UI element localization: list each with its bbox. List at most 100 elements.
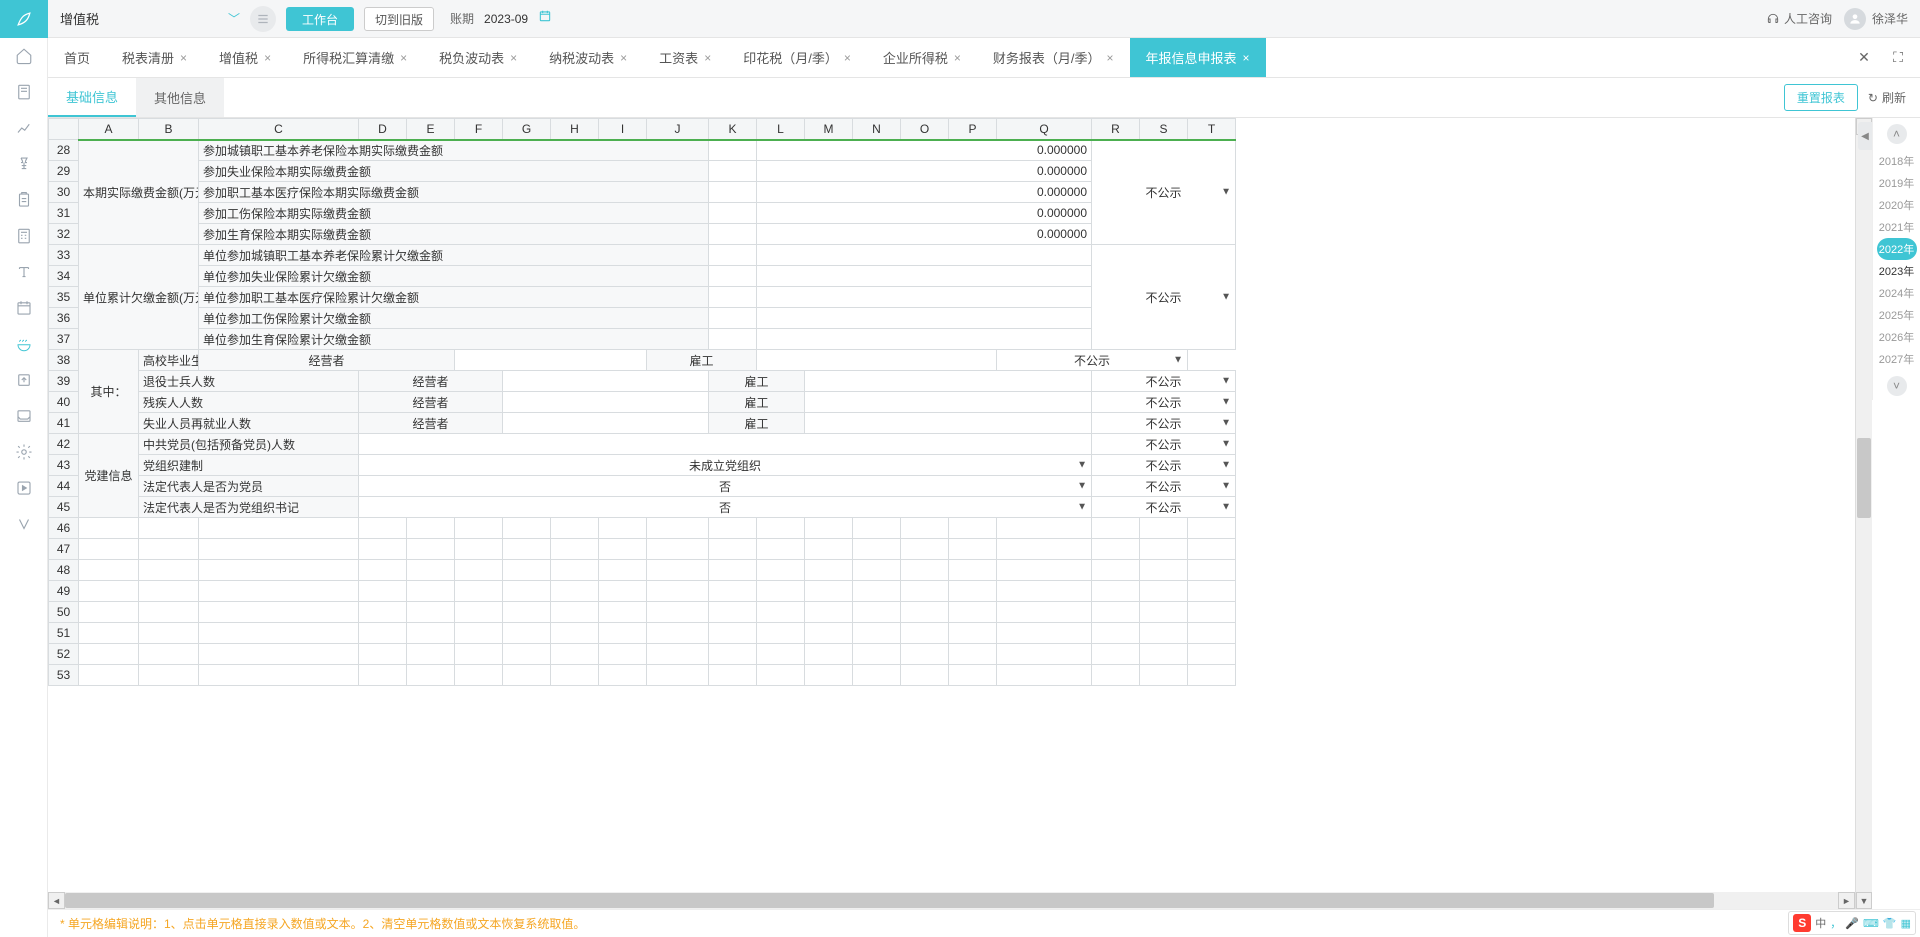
cell[interactable] [1140,644,1188,665]
cell[interactable]: 单位累计欠缴金额(万元) [79,245,199,350]
cell[interactable] [79,581,139,602]
cell[interactable] [359,665,407,686]
cell[interactable] [757,623,805,644]
cell[interactable]: 党建信息 [79,434,139,518]
cell[interactable]: 经营者 [199,350,455,371]
cell[interactable] [79,602,139,623]
cell[interactable]: 其中： [79,350,139,434]
year-nav-down-icon[interactable]: ˅ [1887,376,1907,396]
column-header[interactable]: S [1140,119,1188,140]
cell[interactable] [757,665,805,686]
cell[interactable] [599,602,647,623]
ime-mic-icon[interactable]: 🎤 [1845,917,1859,930]
cell[interactable] [199,581,359,602]
vscroll-thumb[interactable] [1857,438,1871,518]
cell[interactable] [949,623,997,644]
cell[interactable] [407,665,455,686]
cell[interactable] [551,665,599,686]
cell[interactable]: 经营者 [359,371,503,392]
cell[interactable] [503,623,551,644]
cell[interactable] [647,602,709,623]
cell[interactable] [757,539,805,560]
cell[interactable] [1092,623,1140,644]
cell[interactable] [647,518,709,539]
row-header[interactable]: 34 [49,266,79,287]
tab-item[interactable]: 纳税波动表× [533,38,643,77]
column-header[interactable]: M [805,119,853,140]
cell[interactable] [551,623,599,644]
cell[interactable] [647,644,709,665]
column-header[interactable]: D [359,119,407,140]
cell[interactable] [359,602,407,623]
cell[interactable] [139,623,199,644]
row-header[interactable]: 31 [49,203,79,224]
row-header[interactable]: 50 [49,602,79,623]
cell[interactable] [455,602,503,623]
cell[interactable]: 法定代表人是否为党员 [139,476,359,497]
year-pill[interactable]: 2018年 [1877,150,1917,172]
cell[interactable] [551,644,599,665]
cell[interactable] [709,602,757,623]
column-header[interactable]: E [407,119,455,140]
cell[interactable] [1140,560,1188,581]
tab-close-icon[interactable]: × [1243,51,1250,65]
cell[interactable] [901,560,949,581]
cell[interactable] [79,623,139,644]
cell[interactable]: 雇工 [709,371,805,392]
tab-close-icon[interactable]: × [954,51,961,65]
cell[interactable] [407,539,455,560]
cell[interactable]: 经营者 [359,413,503,434]
cell[interactable]: 党组织建制 [139,455,359,476]
cell[interactable] [139,644,199,665]
cell[interactable] [901,665,949,686]
cell[interactable] [805,518,853,539]
cell[interactable] [853,602,901,623]
cell[interactable]: 高校毕业生人数 [139,350,199,371]
cell[interactable] [853,560,901,581]
cell[interactable] [997,539,1092,560]
cell[interactable] [359,518,407,539]
cell[interactable]: 不公示▼ [1092,434,1236,455]
cell[interactable] [503,560,551,581]
cell[interactable] [805,392,1092,413]
cell[interactable] [709,161,757,182]
switch-old-button[interactable]: 切到旧版 [364,7,434,31]
cell[interactable] [359,539,407,560]
cell[interactable] [599,623,647,644]
cell[interactable] [805,560,853,581]
row-header[interactable]: 33 [49,245,79,266]
cell[interactable] [757,245,1092,266]
cell[interactable] [455,623,503,644]
cell[interactable] [79,560,139,581]
cell[interactable] [757,602,805,623]
cell[interactable] [757,350,997,371]
cell[interactable] [1140,602,1188,623]
cell[interactable] [805,623,853,644]
column-header[interactable]: H [551,119,599,140]
row-header[interactable]: 30 [49,182,79,203]
cell[interactable] [709,287,757,308]
year-pill[interactable]: 2019年 [1877,172,1917,194]
menu-circle-button[interactable] [250,6,276,32]
column-header[interactable]: L [757,119,805,140]
cell[interactable] [359,560,407,581]
tax-type-dropdown[interactable]: 增值税 ﹀ [60,9,240,28]
cell[interactable] [599,539,647,560]
nav-money-icon[interactable] [0,146,48,182]
cell[interactable] [139,665,199,686]
cell[interactable] [199,602,359,623]
tab-item[interactable]: 所得税汇算清缴× [287,38,423,77]
ime-grid-icon[interactable]: ▦ [1901,917,1911,930]
row-header[interactable]: 43 [49,455,79,476]
cell[interactable] [805,644,853,665]
row-header[interactable]: 36 [49,308,79,329]
row-header[interactable]: 42 [49,434,79,455]
tab-item[interactable]: 税负波动表× [423,38,533,77]
hscroll-thumb[interactable] [65,893,1714,908]
cell[interactable] [901,539,949,560]
column-header[interactable]: O [901,119,949,140]
nav-bowl-icon[interactable] [0,326,48,362]
cell[interactable] [949,581,997,602]
column-header[interactable]: G [503,119,551,140]
column-header[interactable]: J [647,119,709,140]
